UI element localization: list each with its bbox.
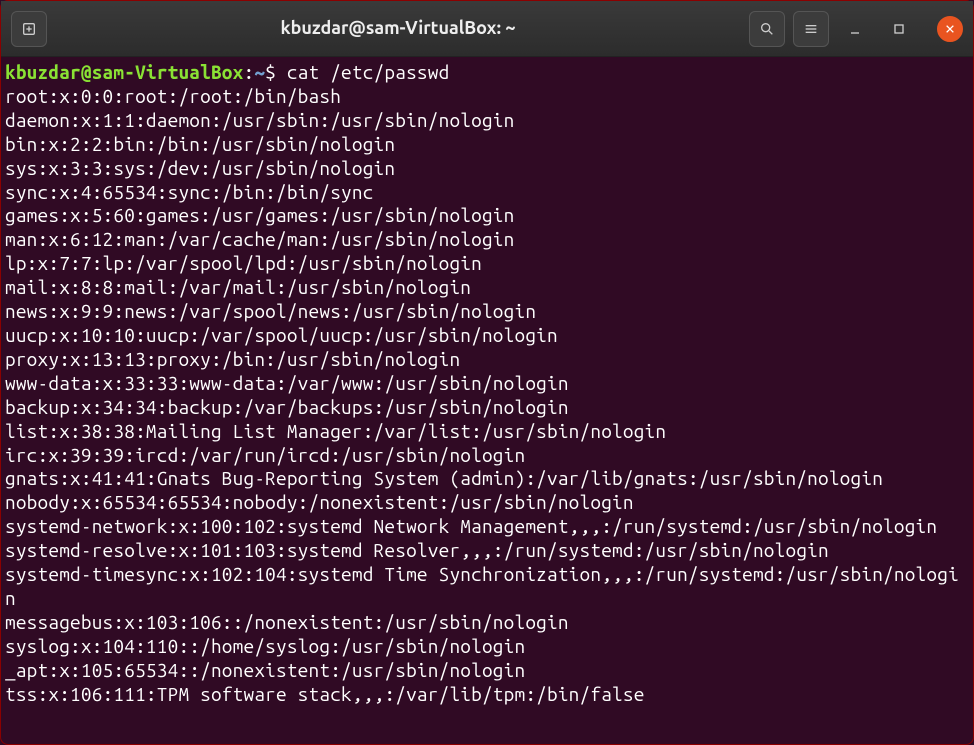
output-line: uucp:x:10:10:uucp:/var/spool/uucp:/usr/s… xyxy=(5,324,969,348)
output-line: mail:x:8:8:mail:/var/mail:/usr/sbin/nolo… xyxy=(5,276,969,300)
output-line: news:x:9:9:news:/var/spool/news:/usr/sbi… xyxy=(5,300,969,324)
output-line: irc:x:39:39:ircd:/var/run/ircd:/usr/sbin… xyxy=(5,444,969,468)
window-title: kbuzdar@sam-VirtualBox: ~ xyxy=(47,17,749,41)
title-bar: kbuzdar@sam-VirtualBox: ~ xyxy=(1,1,973,57)
output-line: lp:x:7:7:lp:/var/spool/lpd:/usr/sbin/nol… xyxy=(5,252,969,276)
prompt-dollar: $ xyxy=(265,61,276,83)
output-line: syslog:x:104:110::/home/syslog:/usr/sbin… xyxy=(5,635,969,659)
output-line: systemd-resolve:x:101:103:systemd Resolv… xyxy=(5,539,969,563)
output-line: backup:x:34:34:backup:/var/backups:/usr/… xyxy=(5,396,969,420)
minimize-icon xyxy=(847,21,863,37)
output-line: games:x:5:60:games:/usr/games:/usr/sbin/… xyxy=(5,204,969,228)
prompt-path: ~ xyxy=(254,61,265,83)
menu-button[interactable] xyxy=(793,11,829,47)
terminal-body[interactable]: kbuzdar@sam-VirtualBox:~$ cat /etc/passw… xyxy=(1,57,973,710)
prompt-sep: : xyxy=(243,61,254,83)
output-line: tss:x:106:111:TPM software stack,,,:/var… xyxy=(5,683,969,707)
hamburger-icon xyxy=(803,21,819,37)
output-line: bin:x:2:2:bin:/bin:/usr/sbin/nologin xyxy=(5,133,969,157)
prompt-user-host: kbuzdar@sam-VirtualBox xyxy=(5,61,243,83)
close-button[interactable] xyxy=(937,16,963,42)
command-output: root:x:0:0:root:/root:/bin/bashdaemon:x:… xyxy=(5,85,969,707)
maximize-icon xyxy=(891,21,907,37)
output-line: sync:x:4:65534:sync:/bin:/bin/sync xyxy=(5,181,969,205)
output-line: proxy:x:13:13:proxy:/bin:/usr/sbin/nolog… xyxy=(5,348,969,372)
new-tab-button[interactable] xyxy=(11,11,47,47)
search-icon xyxy=(759,21,775,37)
output-line: systemd-network:x:100:102:systemd Networ… xyxy=(5,515,969,539)
output-line: list:x:38:38:Mailing List Manager:/var/l… xyxy=(5,420,969,444)
output-line: root:x:0:0:root:/root:/bin/bash xyxy=(5,85,969,109)
command-text: cat /etc/passwd xyxy=(276,61,449,83)
close-icon xyxy=(942,21,958,37)
output-line: nobody:x:65534:65534:nobody:/nonexistent… xyxy=(5,491,969,515)
search-button[interactable] xyxy=(749,11,785,47)
output-line: systemd-timesync:x:102:104:systemd Time … xyxy=(5,563,969,611)
maximize-button[interactable] xyxy=(881,11,917,47)
output-line: sys:x:3:3:sys:/dev:/usr/sbin/nologin xyxy=(5,157,969,181)
output-line: messagebus:x:103:106::/nonexistent:/usr/… xyxy=(5,611,969,635)
output-line: www-data:x:33:33:www-data:/var/www:/usr/… xyxy=(5,372,969,396)
output-line: _apt:x:105:65534::/nonexistent:/usr/sbin… xyxy=(5,659,969,683)
output-line: daemon:x:1:1:daemon:/usr/sbin:/usr/sbin/… xyxy=(5,109,969,133)
output-line: man:x:6:12:man:/var/cache/man:/usr/sbin/… xyxy=(5,228,969,252)
minimize-button[interactable] xyxy=(837,11,873,47)
output-line: gnats:x:41:41:Gnats Bug-Reporting System… xyxy=(5,467,969,491)
